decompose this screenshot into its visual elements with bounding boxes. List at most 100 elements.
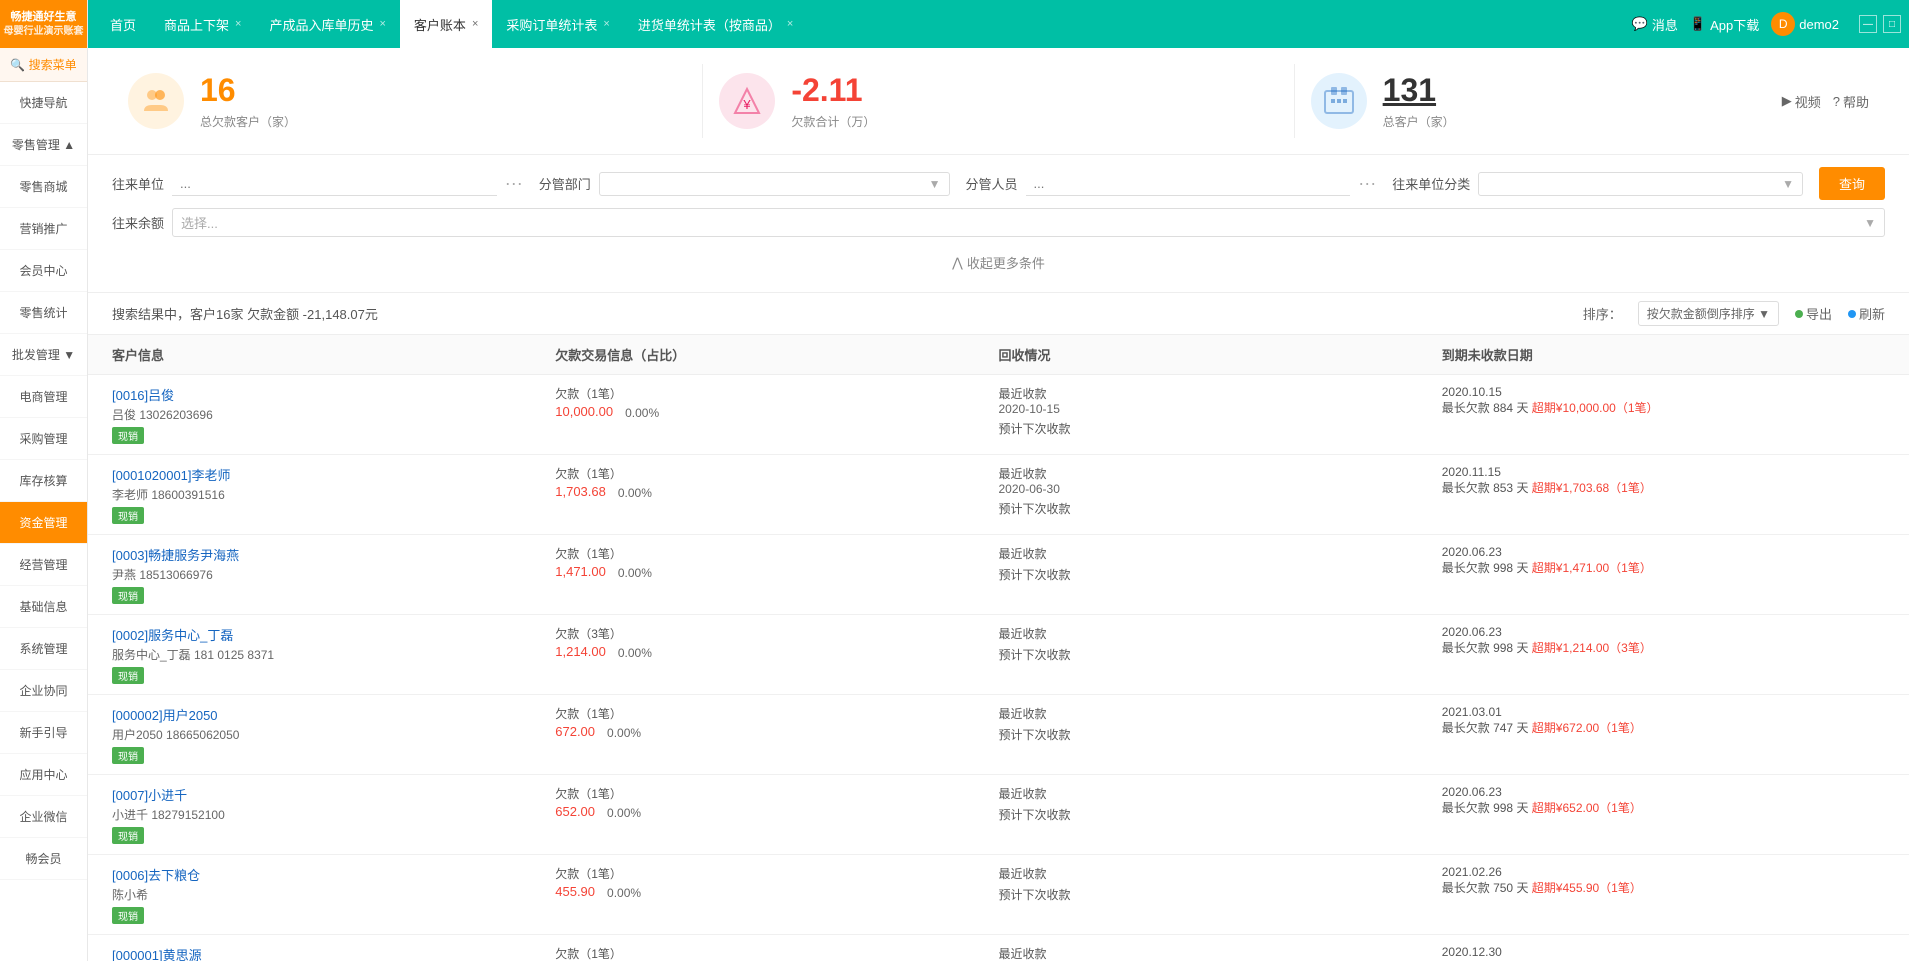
overdue-link-1[interactable]: 超期¥10,000.00（1笔） [1532, 401, 1659, 415]
customer-phone-4: 服务中心_丁磊 181 0125 8371 [112, 646, 555, 663]
sidebar-item-retail-mall[interactable]: 零售商城 [0, 166, 87, 208]
sidebar-item-wechat[interactable]: 企业微信 [0, 796, 87, 838]
dept-arrow-icon: ▼ [929, 177, 941, 191]
video-btn[interactable]: ▶ 视频 [1782, 92, 1821, 111]
debt-amount-2: 1,703.68 [555, 484, 606, 499]
sidebar-item-inventory[interactable]: 库存核算 [0, 460, 87, 502]
stat-icon-customers [128, 73, 184, 129]
unit-category-select[interactable]: ▼ [1478, 172, 1803, 196]
stat-icon-total [1311, 73, 1367, 129]
sidebar-item-enterprise[interactable]: 企业协同 [0, 670, 87, 712]
customer-name-5[interactable]: [000002]用户2050 [112, 705, 555, 724]
sidebar-item-quick-nav[interactable]: 快捷导航 [0, 82, 87, 124]
tab-close-purchase-stats[interactable]: × [603, 18, 609, 30]
table-row: [0003]畅捷服务尹海燕 尹燕 18513066976 现销 欠款（1笔） 1… [88, 535, 1909, 615]
sidebar-item-retail-stats[interactable]: 零售统计 [0, 292, 87, 334]
tab-close-customer-account[interactable]: × [472, 18, 478, 30]
minimize-btn[interactable]: — [1859, 15, 1877, 33]
tab-home[interactable]: 首页 [96, 0, 150, 48]
person-dots[interactable]: ··· [1358, 173, 1376, 194]
tab-import-stats[interactable]: 进货单统计表（按商品）× [624, 0, 807, 48]
customer-tag-6: 现销 [112, 827, 144, 844]
sidebar-item-basic-info[interactable]: 基础信息 [0, 586, 87, 628]
cell-due-3: 2020.06.23 最长欠款 998 天 超期¥1,471.00（1笔） [1442, 545, 1885, 576]
latest-label-2: 最近收款 [999, 465, 1442, 482]
due-date-6: 2020.06.23 [1442, 785, 1885, 799]
table-row: [0001020001]李老师 李老师 18600391516 现销 欠款（1笔… [88, 455, 1909, 535]
debt-count-3: 欠款（1笔） [555, 545, 998, 562]
message-btn[interactable]: 💬 消息 [1632, 15, 1678, 34]
overdue-link-2[interactable]: 超期¥1,703.68（1笔） [1532, 481, 1652, 495]
sort-select[interactable]: 按欠款金额倒序排序 ▼ [1638, 301, 1779, 326]
user-avatar[interactable]: D demo2 [1771, 12, 1839, 36]
overdue-link-4[interactable]: 超期¥1,214.00（3笔） [1532, 641, 1652, 655]
tab-close-import-stats[interactable]: × [787, 18, 793, 30]
tab-close-product-history[interactable]: × [379, 18, 385, 30]
tab-product-off[interactable]: 商品上下架 × [150, 0, 255, 48]
dept-select[interactable]: ▼ [599, 172, 950, 196]
customer-name-7[interactable]: [0006]去下粮仓 [112, 865, 555, 884]
tab-customer-account[interactable]: 客户账本 × [400, 0, 492, 48]
export-btn[interactable]: 导出 [1795, 304, 1832, 323]
sidebar-item-newbie[interactable]: 新手引导 [0, 712, 87, 754]
cell-due-6: 2020.06.23 最长欠款 998 天 超期¥652.00（1笔） [1442, 785, 1885, 816]
tab-purchase-stats[interactable]: 采购订单统计表 × [492, 0, 623, 48]
balance-select[interactable]: 选择... ▼ [172, 208, 1885, 237]
filter-balance: 往来余额 选择... ▼ [112, 208, 1885, 237]
sidebar-item-app-center[interactable]: 应用中心 [0, 754, 87, 796]
latest-label-5: 最近收款 [999, 705, 1442, 722]
sidebar-item-batch-mgmt[interactable]: 批发管理 ▼ [0, 334, 87, 376]
cell-due-4: 2020.06.23 最长欠款 998 天 超期¥1,214.00（3笔） [1442, 625, 1885, 656]
query-button[interactable]: 查询 [1819, 167, 1885, 200]
unit-category-label: 往来单位分类 [1392, 174, 1470, 193]
help-btn[interactable]: ? 帮助 [1833, 92, 1869, 111]
sidebar-item-finance[interactable]: 资金管理 [0, 502, 87, 544]
source-unit-input[interactable] [172, 172, 497, 196]
search-label: 🔍 搜索菜单 [8, 56, 79, 73]
tab-close-product-off[interactable]: × [235, 18, 241, 30]
app-download-btn[interactable]: 📱 App下载 [1690, 15, 1759, 34]
sidebar-item-purchase[interactable]: 采购管理 [0, 418, 87, 460]
overdue-link-3[interactable]: 超期¥1,471.00（1笔） [1532, 561, 1652, 575]
source-unit-dots[interactable]: ··· [505, 173, 523, 194]
customer-name-4[interactable]: [0002]服务中心_丁磊 [112, 625, 555, 644]
debt-amount-4: 1,214.00 [555, 644, 606, 659]
collapse-btn[interactable]: ⋀ 收起更多条件 [944, 249, 1053, 276]
latest-date-2: 2020-06-30 [999, 482, 1442, 496]
stat-value-overdue: 16 [200, 72, 296, 109]
cell-customer-5: [000002]用户2050 用户2050 18665062050 现销 [112, 705, 555, 764]
sidebar-item-member[interactable]: 会员中心 [0, 250, 87, 292]
debt-percent-4: 0.00% [618, 646, 652, 660]
due-date-2: 2020.11.15 [1442, 465, 1885, 479]
debt-amount-5: 672.00 [555, 724, 595, 739]
latest-label-7: 最近收款 [999, 865, 1442, 882]
customer-name-6[interactable]: [0007]小进千 [112, 785, 555, 804]
debt-count-1: 欠款（1笔） [555, 385, 998, 402]
sidebar-search[interactable]: 🔍 搜索菜单 [0, 48, 87, 82]
topbar-right: 💬 消息 📱 App下载 D demo2 — □ [1632, 12, 1901, 36]
sidebar-item-ops[interactable]: 经营管理 [0, 544, 87, 586]
overdue-info-5: 最长欠款 747 天 超期¥672.00（1笔） [1442, 719, 1885, 736]
overdue-link-5[interactable]: 超期¥672.00（1笔） [1532, 721, 1642, 735]
person-input[interactable] [1026, 172, 1351, 196]
sidebar-item-member2[interactable]: 畅会员 [0, 838, 87, 880]
sidebar-item-ecommerce[interactable]: 电商管理 [0, 376, 87, 418]
cell-customer-1: [0016]吕俊 吕俊 13026203696 现销 [112, 385, 555, 444]
maximize-btn[interactable]: □ [1883, 15, 1901, 33]
debt-count-5: 欠款（1笔） [555, 705, 998, 722]
customer-name-2[interactable]: [0001020001]李老师 [112, 465, 555, 484]
th-debt-info: 欠款交易信息（占比） [555, 345, 998, 364]
customer-name-1[interactable]: [0016]吕俊 [112, 385, 555, 404]
app-download-label: App下载 [1710, 15, 1759, 34]
overdue-link-7[interactable]: 超期¥455.90（1笔） [1532, 881, 1642, 895]
tab-product-history[interactable]: 产成品入库单历史 × [255, 0, 399, 48]
refresh-btn[interactable]: 刷新 [1848, 304, 1885, 323]
cell-collection-3: 最近收款 预计下次收款 [999, 545, 1442, 583]
cell-customer-6: [0007]小进千 小进千 18279152100 现销 [112, 785, 555, 844]
overdue-link-6[interactable]: 超期¥652.00（1笔） [1532, 801, 1642, 815]
sidebar-item-system[interactable]: 系统管理 [0, 628, 87, 670]
sidebar-item-retail-mgmt[interactable]: 零售管理 ▲ [0, 124, 87, 166]
customer-name-3[interactable]: [0003]畅捷服务尹海燕 [112, 545, 555, 564]
customer-name-8[interactable]: [000001]黄思源 [112, 945, 555, 961]
sidebar-item-marketing[interactable]: 营销推广 [0, 208, 87, 250]
